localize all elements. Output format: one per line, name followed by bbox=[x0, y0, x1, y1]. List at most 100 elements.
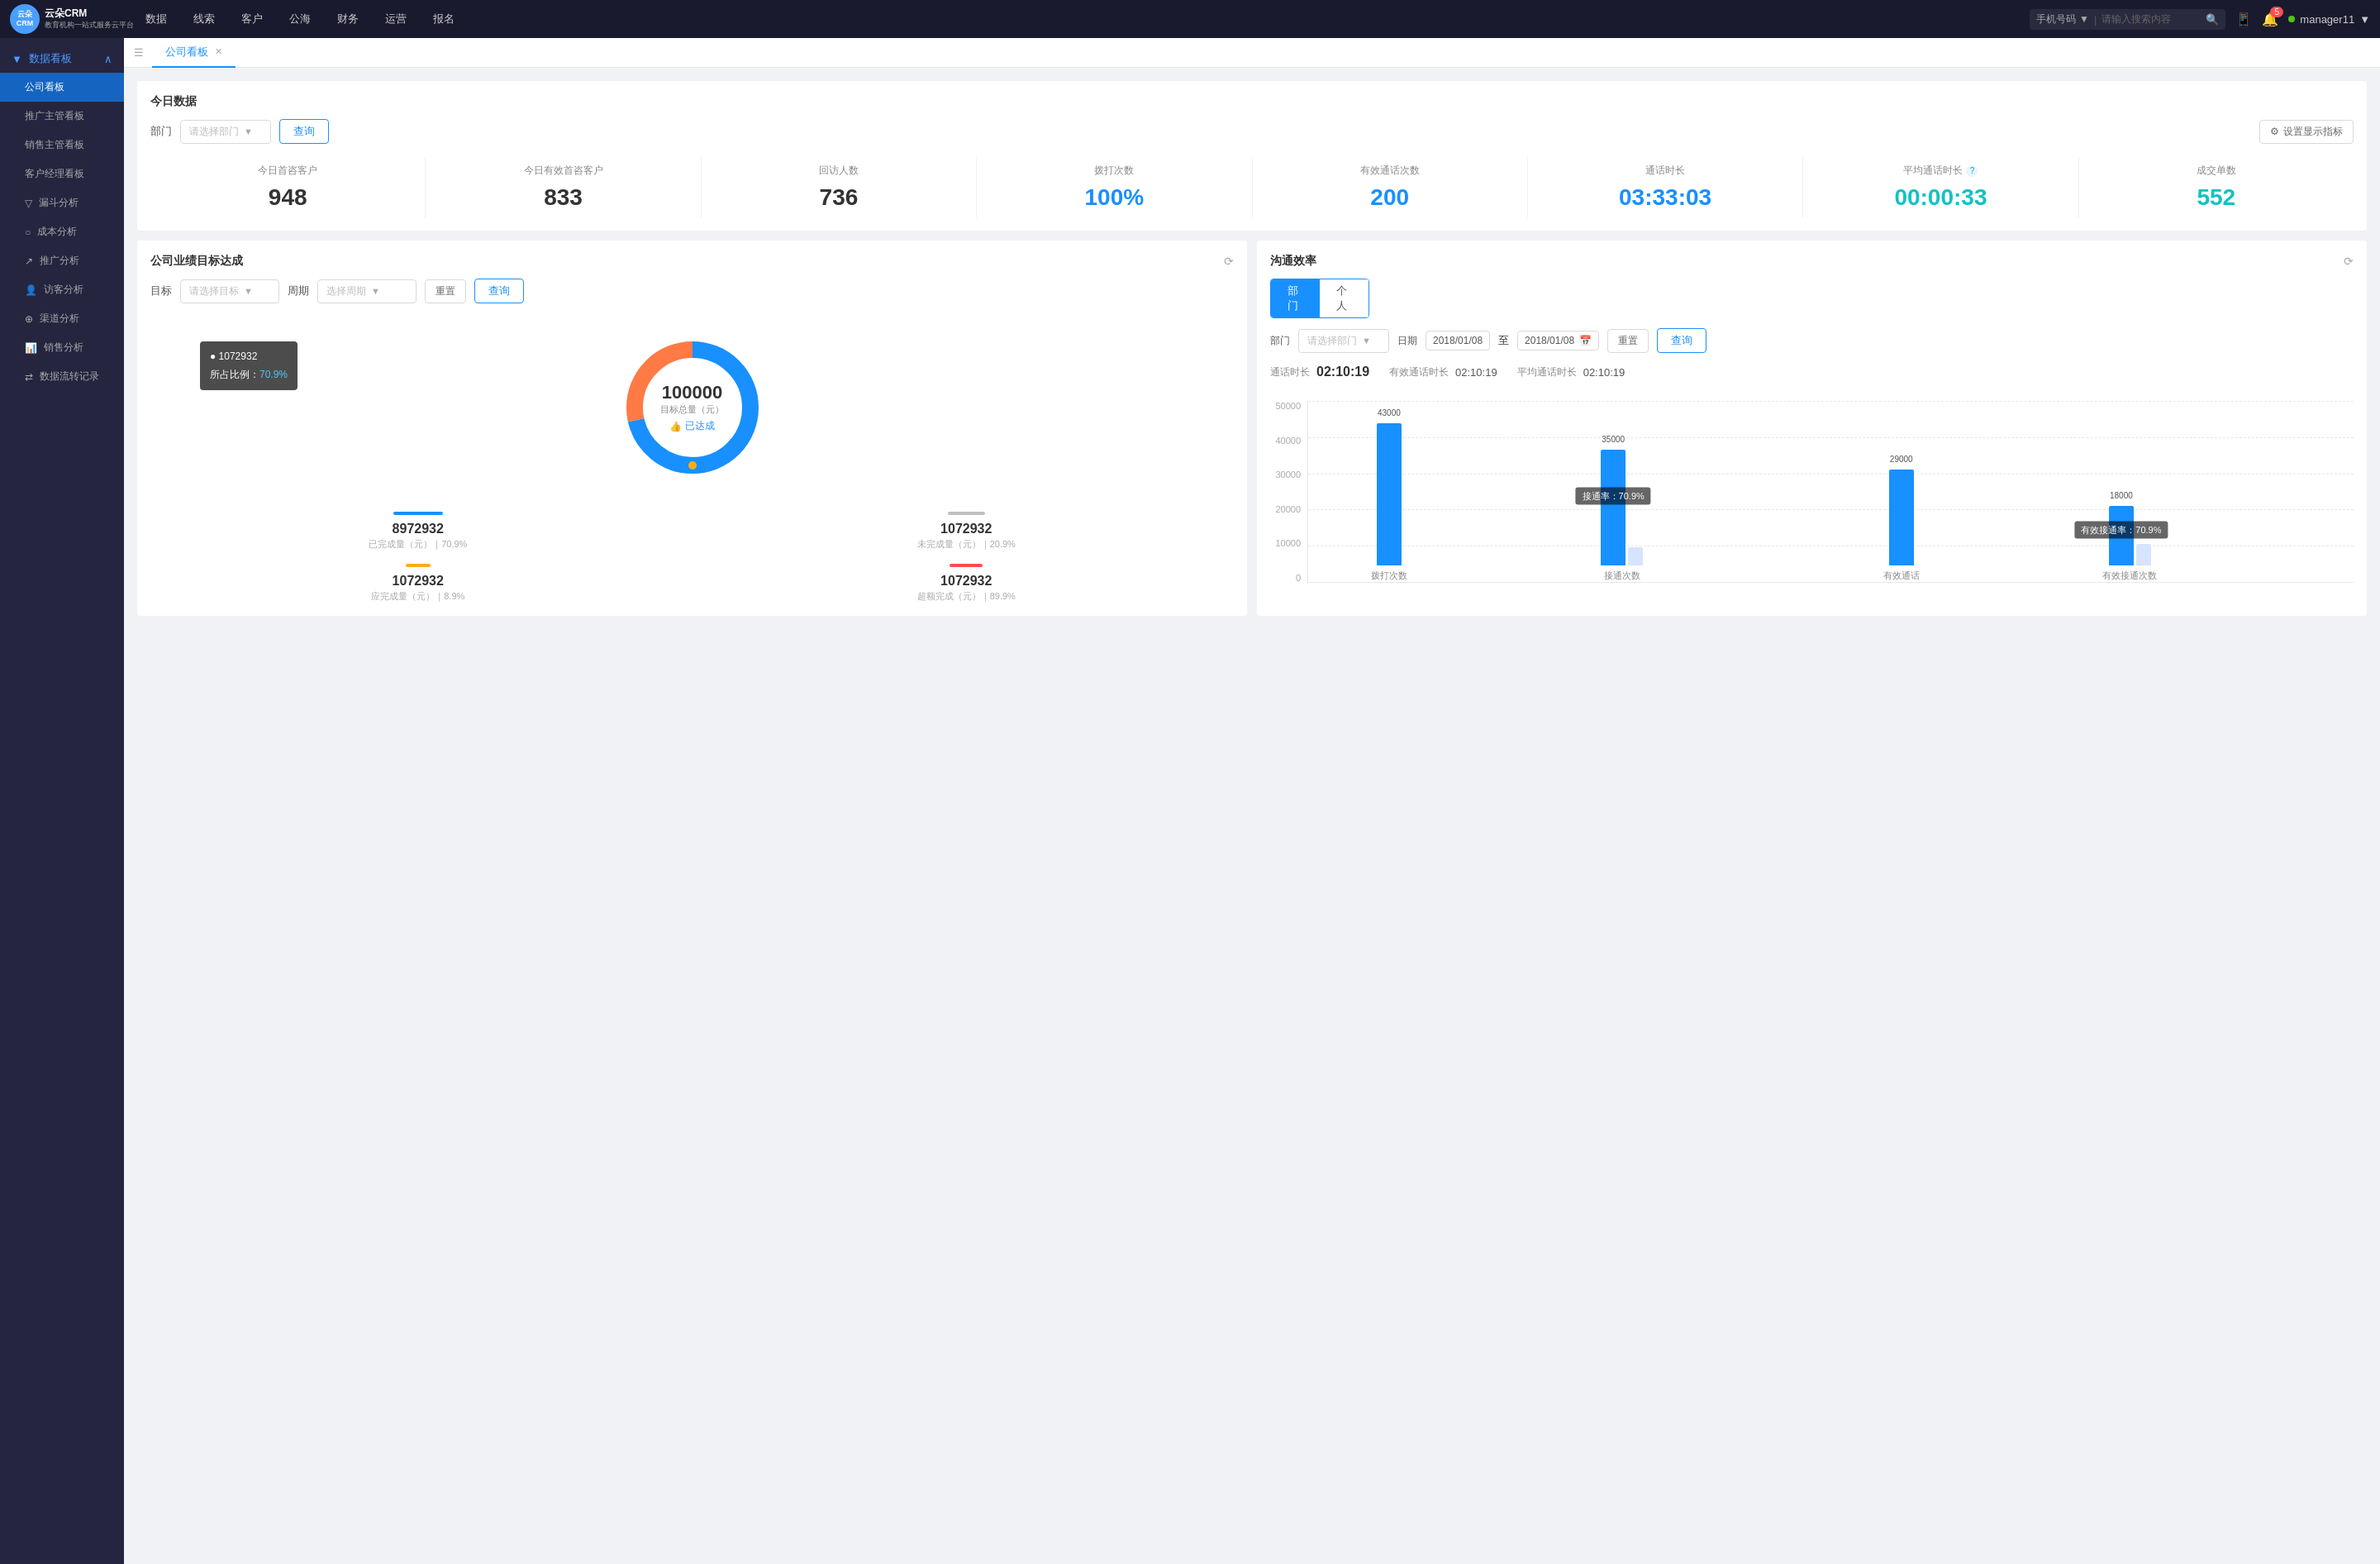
date-from-value: 2018/01/08 bbox=[1433, 335, 1483, 346]
tab-close-icon[interactable]: ✕ bbox=[215, 46, 222, 57]
query-button[interactable]: 查询 bbox=[279, 119, 329, 144]
sidebar-item-label: 渠道分析 bbox=[40, 312, 79, 326]
eff-date-from[interactable]: 2018/01/08 bbox=[1426, 331, 1490, 350]
goal-query-button[interactable]: 查询 bbox=[474, 279, 524, 303]
stat-bar-should bbox=[406, 564, 431, 567]
nav-item-public[interactable]: 公海 bbox=[278, 7, 322, 31]
tab-company-board[interactable]: 公司看板 ✕ bbox=[152, 38, 236, 68]
user-dropdown-icon[interactable]: ▼ bbox=[2359, 13, 2370, 26]
panel-title: 公司业绩目标达成 bbox=[150, 254, 243, 269]
metric-first-consult: 今日首咨客户 948 bbox=[150, 157, 426, 217]
eff-dept-arrow: ▼ bbox=[1362, 336, 1371, 346]
metric-label: 通话时长 bbox=[1535, 164, 1796, 178]
eff-dept-select[interactable]: 请选择部门 ▼ bbox=[1298, 329, 1389, 353]
sidebar-item-label: 公司看板 bbox=[25, 80, 64, 94]
annotation-connect-rate: 接通率：70.9% bbox=[1576, 488, 1651, 505]
avg-duration-label: 平均通话时长 bbox=[1517, 365, 1577, 379]
dept-select-arrow: ▼ bbox=[244, 126, 253, 136]
search-type[interactable]: 手机号码 ▼ bbox=[2036, 12, 2089, 26]
settings-icon: ⚙ bbox=[2270, 126, 2279, 137]
stat-value-uncompleted: 1072932 bbox=[699, 522, 1235, 536]
bar-group-connect: 35000 接通率：70.9% 接通次数 bbox=[1601, 450, 1643, 582]
eff-panel-title: 沟通效率 bbox=[1270, 254, 1316, 269]
sidebar-header[interactable]: ▼ 数据看板 ∧ bbox=[0, 45, 124, 73]
main-layout: ▼ 数据看板 ∧ 公司看板 推广主管看板 销售主管看板 客户经理看板 ▽ 漏斗分… bbox=[0, 38, 2380, 1564]
sidebar-item-funnel[interactable]: ▽ 漏斗分析 bbox=[0, 188, 124, 217]
bar-group-dial: 43000 拨打次数 bbox=[1371, 423, 1407, 582]
nav-item-finance[interactable]: 财务 bbox=[326, 7, 370, 31]
goal-panel: 公司业绩目标达成 ⟳ 目标 请选择目标 ▼ 周期 选择周期 ▼ bbox=[137, 241, 1247, 616]
eff-date-to[interactable]: 2018/01/08 📅 bbox=[1517, 331, 1599, 350]
eff-query-button[interactable]: 查询 bbox=[1657, 328, 1706, 353]
eff-reset-button[interactable]: 重置 bbox=[1607, 329, 1649, 353]
bar-label-35000: 35000 bbox=[1602, 435, 1625, 444]
menu-icon[interactable]: ☰ bbox=[134, 46, 144, 59]
metric-value: 03:33:03 bbox=[1535, 184, 1796, 211]
sidebar-item-flow[interactable]: ⇄ 数据流转记录 bbox=[0, 362, 124, 391]
user-status-dot bbox=[2288, 16, 2295, 22]
calendar-icon: 📅 bbox=[1579, 335, 1592, 346]
eff-filter: 部门 请选择部门 ▼ 日期 2018/01/08 至 2018/01/08 📅 bbox=[1270, 328, 2354, 353]
sidebar-item-company[interactable]: 公司看板 bbox=[0, 73, 124, 102]
eff-dept-placeholder: 请选择部门 bbox=[1307, 334, 1357, 348]
bar-label-29000: 29000 bbox=[1890, 455, 1913, 464]
metric-value: 00:00:33 bbox=[1810, 184, 2071, 211]
search-input[interactable] bbox=[2102, 13, 2201, 25]
metric-value: 200 bbox=[1259, 184, 1521, 211]
settings-button[interactable]: ⚙ 设置显示指标 bbox=[2259, 120, 2354, 144]
sidebar-item-sales-mgr[interactable]: 销售主管看板 bbox=[0, 131, 124, 160]
refresh-icon[interactable]: ⟳ bbox=[1224, 255, 1234, 268]
eff-duration-label: 有效通话时长 bbox=[1389, 365, 1449, 379]
eff-panel-header: 沟通效率 ⟳ bbox=[1270, 254, 2354, 269]
metric-dial: 拨打次数 100% bbox=[977, 157, 1252, 217]
metric-value: 100% bbox=[983, 184, 1245, 211]
period-placeholder: 选择周期 bbox=[326, 284, 366, 298]
nav-item-customers[interactable]: 客户 bbox=[230, 7, 274, 31]
bar-chart: 50000 40000 30000 20000 10000 0 bbox=[1270, 393, 2354, 583]
dept-select[interactable]: 请选择部门 ▼ bbox=[180, 120, 271, 144]
dept-placeholder: 请选择部门 bbox=[189, 125, 239, 139]
sidebar-item-promo-mgr[interactable]: 推广主管看板 bbox=[0, 102, 124, 131]
efficiency-panel: 沟通效率 ⟳ 部门 个人 部门 请选择部门 ▼ 日期 bbox=[1257, 241, 2367, 616]
nav-item-signup[interactable]: 报名 bbox=[421, 7, 466, 31]
stat-label-should: 应完成量（元）｜8.9% bbox=[150, 590, 686, 603]
goal-select[interactable]: 请选择目标 ▼ bbox=[180, 279, 279, 303]
goal-stat-exceed: 1072932 超额完成（元）｜89.9% bbox=[699, 564, 1235, 603]
bar-dial-main bbox=[1377, 423, 1402, 565]
eff-tab-group: 部门 个人 bbox=[1270, 279, 1369, 318]
eff-refresh-icon[interactable]: ⟳ bbox=[2344, 255, 2354, 268]
today-data-section: 今日数据 部门 请选择部门 ▼ 查询 ⚙ 设置显示指标 今日首咨客户 bbox=[137, 81, 2367, 231]
sidebar-item-channel[interactable]: ⊕ 渠道分析 bbox=[0, 304, 124, 333]
sidebar-item-promo[interactable]: ↗ 推广分析 bbox=[0, 246, 124, 275]
tab-person[interactable]: 个人 bbox=[1320, 279, 1368, 317]
user-info[interactable]: manager11 ▼ bbox=[2288, 13, 2370, 26]
bar-label-effective: 有效通话 bbox=[1883, 570, 1920, 582]
notification-icon[interactable]: 🔔 5 bbox=[2262, 12, 2278, 27]
nav-item-data[interactable]: 数据 bbox=[134, 7, 178, 31]
metric-value: 833 bbox=[432, 184, 693, 211]
stat-label-exceed: 超额完成（元）｜89.9% bbox=[699, 590, 1235, 603]
sidebar-item-visitor[interactable]: 👤 访客分析 bbox=[0, 275, 124, 304]
tab-bar: ☰ 公司看板 ✕ bbox=[124, 38, 2380, 68]
goal-filter-row: 目标 请选择目标 ▼ 周期 选择周期 ▼ 重置 查询 bbox=[150, 279, 1234, 303]
metrics-row: 今日首咨客户 948 今日有效首咨客户 833 回访人数 736 拨打次数 10… bbox=[150, 157, 2354, 217]
device-icon[interactable]: 📱 bbox=[2235, 12, 2252, 27]
filter-row: 部门 请选择部门 ▼ 查询 ⚙ 设置显示指标 bbox=[150, 119, 2354, 144]
nav-item-ops[interactable]: 运营 bbox=[374, 7, 418, 31]
stat-value-completed: 8972932 bbox=[150, 522, 686, 536]
sidebar-item-cost[interactable]: ○ 成本分析 bbox=[0, 217, 124, 246]
sidebar-item-sales[interactable]: 📊 销售分析 bbox=[0, 333, 124, 362]
metric-label: 今日首咨客户 bbox=[157, 164, 418, 178]
goal-reset-button[interactable]: 重置 bbox=[425, 279, 466, 303]
nav-item-leads[interactable]: 线索 bbox=[182, 7, 226, 31]
sidebar-item-label: 销售分析 bbox=[44, 341, 83, 355]
search-button[interactable]: 🔍 bbox=[2206, 13, 2219, 26]
tab-dept[interactable]: 部门 bbox=[1271, 279, 1320, 317]
y-label-0: 0 bbox=[1270, 573, 1301, 583]
sidebar-item-customer-mgr[interactable]: 客户经理看板 bbox=[0, 160, 124, 188]
sidebar-collapse-icon[interactable]: ∧ bbox=[104, 53, 112, 65]
logo-text: 云朵CRM 教育机构一站式服务云平台 bbox=[45, 7, 134, 30]
period-select-arrow: ▼ bbox=[371, 286, 380, 296]
eff-dept-label: 部门 bbox=[1270, 334, 1290, 348]
period-select[interactable]: 选择周期 ▼ bbox=[317, 279, 416, 303]
